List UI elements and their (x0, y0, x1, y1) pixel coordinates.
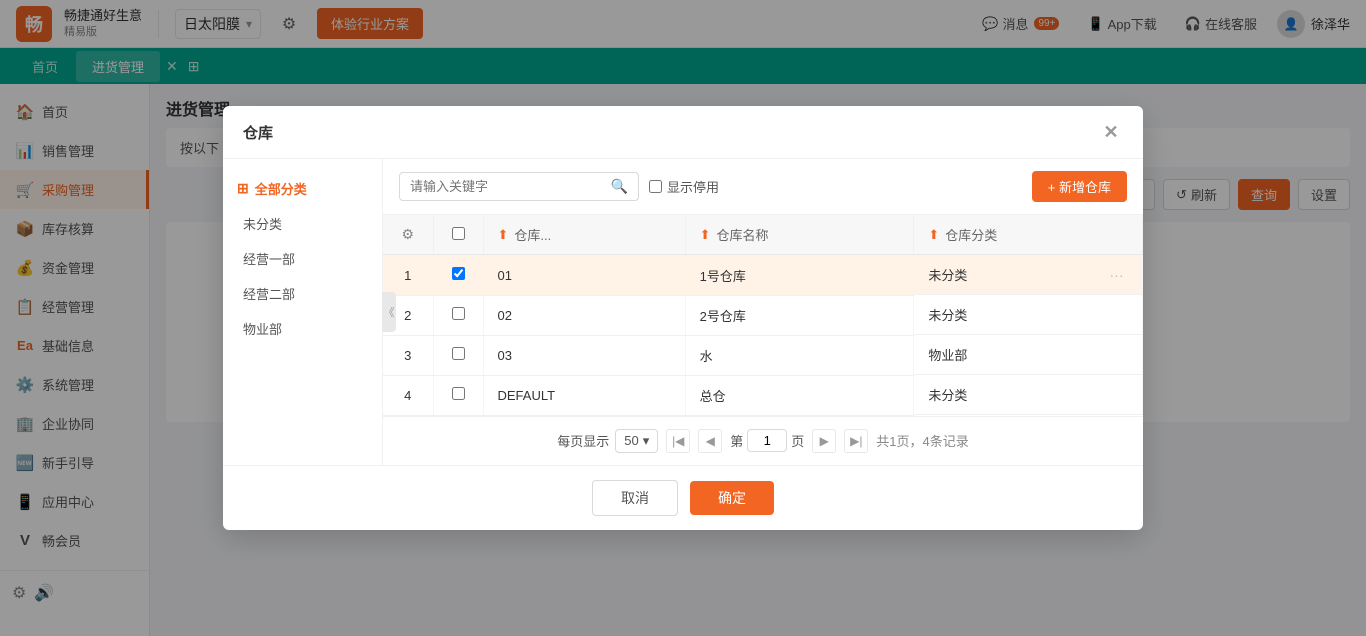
modal-footer: 取消 确定 (223, 465, 1143, 530)
table-row[interactable]: 3 03 水 物业部 (383, 335, 1143, 375)
pagination: 每页显示 50 ▾ |◀ ◀ 第 页 ▶ ▶| 共1 (383, 416, 1143, 465)
search-icon[interactable]: 🔍 (611, 178, 628, 195)
modal-main-content: 🔍 显示停用 + 新增仓库 ⚙ (383, 159, 1143, 465)
search-input[interactable] (410, 179, 611, 194)
show-disabled-label[interactable]: 显示停用 (649, 177, 719, 196)
table-header: ⚙ ⬆ 仓库... ⬆ (383, 215, 1143, 255)
sort-code-icon: ⬆ (498, 227, 509, 243)
row-checkbox[interactable] (433, 255, 483, 296)
row-checkbox[interactable] (433, 335, 483, 375)
confirm-button[interactable]: 确定 (690, 481, 774, 515)
row-name: 1号仓库 (685, 255, 914, 296)
page-size-dropdown[interactable]: 50 ▾ (615, 429, 658, 453)
prev-page-button[interactable]: ◀ (698, 429, 722, 453)
search-box: 🔍 (399, 172, 639, 201)
last-page-button[interactable]: ▶| (844, 429, 868, 453)
row-select-checkbox[interactable] (452, 387, 465, 400)
row-num: 3 (383, 335, 433, 375)
grid-icon: ⊞ (237, 180, 249, 197)
modal-category-sidebar: ⊞ 全部分类 未分类 经营一部 经营二部 物业部 《 (223, 159, 383, 465)
page-input-area: 第 页 (730, 429, 804, 452)
all-category-label: 全部分类 (255, 179, 307, 198)
per-page-label: 每页显示 (557, 431, 609, 450)
row-category: 未分类 (914, 375, 1142, 415)
row-code: 03 (483, 335, 685, 375)
col-gear: ⚙ (383, 215, 433, 255)
page-unit-label: 页 (791, 431, 804, 450)
row-num: 1 (383, 255, 433, 296)
category-item-dept1[interactable]: 经营一部 (223, 241, 382, 276)
add-warehouse-button[interactable]: + 新增仓库 (1032, 171, 1127, 202)
page-size-chevron-icon: ▾ (643, 433, 650, 449)
modal-title: 仓库 (243, 122, 273, 143)
table-row[interactable]: 1 01 1号仓库 未分类··· (383, 255, 1143, 296)
cancel-button[interactable]: 取消 (592, 480, 678, 516)
show-disabled-checkbox[interactable] (649, 180, 662, 193)
modal-overlay: 仓库 ✕ ⊞ 全部分类 未分类 经营一部 经营二部 物业部 《 (0, 0, 1366, 636)
row-select-checkbox[interactable] (452, 267, 465, 280)
row-code: DEFAULT (483, 375, 685, 415)
modal-toolbar: 🔍 显示停用 + 新增仓库 (383, 159, 1143, 215)
col-code: ⬆ 仓库... (483, 215, 685, 255)
sort-cat-icon: ⬆ (928, 227, 939, 243)
col-category: ⬆ 仓库分类 (914, 215, 1143, 255)
col-checkbox (433, 215, 483, 255)
next-page-button[interactable]: ▶ (812, 429, 836, 453)
first-page-button[interactable]: |◀ (666, 429, 690, 453)
table-row[interactable]: 2 02 2号仓库 未分类 (383, 295, 1143, 335)
page-total-label: 共1页，4条记录 (876, 431, 968, 450)
row-name: 2号仓库 (685, 295, 914, 335)
row-checkbox[interactable] (433, 295, 483, 335)
row-select-checkbox[interactable] (452, 347, 465, 360)
all-category-item[interactable]: ⊞ 全部分类 (223, 171, 382, 206)
col-name: ⬆ 仓库名称 (685, 215, 914, 255)
modal-close-button[interactable]: ✕ (1099, 120, 1123, 144)
warehouse-table-element: ⚙ ⬆ 仓库... ⬆ (383, 215, 1143, 416)
row-category: 未分类··· (914, 255, 1142, 295)
select-all-checkbox[interactable] (452, 227, 465, 240)
row-category: 未分类 (914, 295, 1142, 335)
modal-header: 仓库 ✕ (223, 106, 1143, 159)
page-size-select: 每页显示 50 ▾ (557, 429, 658, 453)
table-body: 1 01 1号仓库 未分类··· 2 02 2号仓库 未分类 3 03 水 物业… (383, 255, 1143, 416)
warehouse-modal: 仓库 ✕ ⊞ 全部分类 未分类 经营一部 经营二部 物业部 《 (223, 106, 1143, 530)
page-number-input[interactable] (747, 429, 787, 452)
table-row[interactable]: 4 DEFAULT 总仓 未分类 (383, 375, 1143, 415)
row-category: 物业部 (914, 335, 1142, 375)
row-select-checkbox[interactable] (452, 307, 465, 320)
row-num: 4 (383, 375, 433, 415)
more-actions-icon[interactable]: ··· (1106, 267, 1128, 283)
category-item-unclassified[interactable]: 未分类 (223, 206, 382, 241)
page-label: 第 (730, 431, 743, 450)
row-code: 02 (483, 295, 685, 335)
page-size-value: 50 (624, 433, 638, 448)
collapse-sidebar-icon[interactable]: 《 (382, 292, 396, 332)
row-name: 水 (685, 335, 914, 375)
sort-name-icon: ⬆ (700, 227, 711, 243)
modal-body: ⊞ 全部分类 未分类 经营一部 经营二部 物业部 《 🔍 (223, 159, 1143, 465)
category-item-property[interactable]: 物业部 (223, 311, 382, 346)
row-code: 01 (483, 255, 685, 296)
warehouse-table: ⚙ ⬆ 仓库... ⬆ (383, 215, 1143, 416)
row-name: 总仓 (685, 375, 914, 415)
row-checkbox[interactable] (433, 375, 483, 415)
category-item-dept2[interactable]: 经营二部 (223, 276, 382, 311)
gear-col-icon: ⚙ (401, 226, 414, 242)
